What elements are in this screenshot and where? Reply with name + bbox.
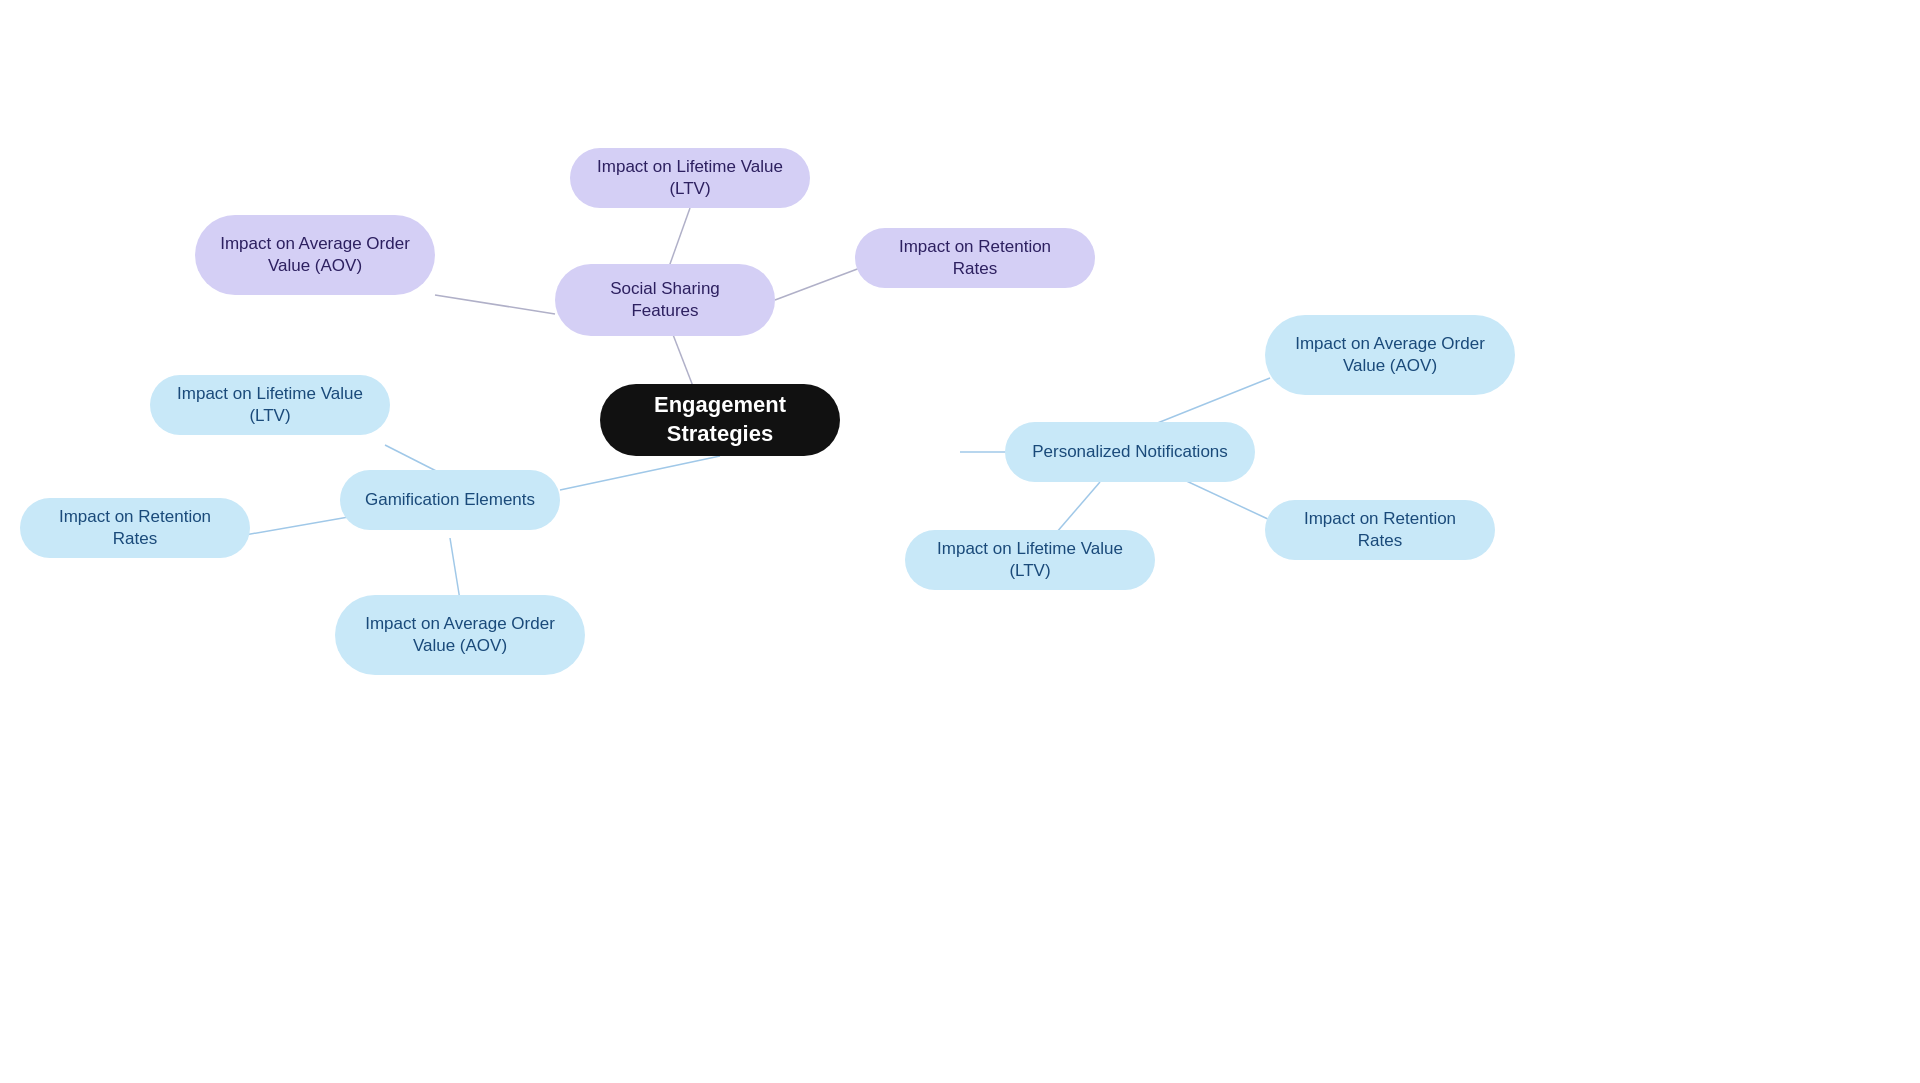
social-retention-node[interactable]: Impact on Retention Rates (855, 228, 1095, 288)
pers-aov-node[interactable]: Impact on Average Order Value (AOV) (1265, 315, 1515, 395)
svg-line-2 (435, 295, 555, 314)
social-ltv-node[interactable]: Impact on Lifetime Value (LTV) (570, 148, 810, 208)
social-sharing-node[interactable]: Social Sharing Features (555, 264, 775, 336)
personalized-node[interactable]: Personalized Notifications (1005, 422, 1255, 482)
svg-line-3 (775, 268, 860, 300)
center-node[interactable]: Engagement Strategies (600, 384, 840, 456)
gam-retention-node[interactable]: Impact on Retention Rates (20, 498, 250, 558)
pers-retention-node[interactable]: Impact on Retention Rates (1265, 500, 1495, 560)
svg-line-7 (450, 538, 460, 600)
gam-ltv-node[interactable]: Impact on Lifetime Value (LTV) (150, 375, 390, 435)
svg-line-4 (560, 456, 720, 490)
gamification-node[interactable]: Gamification Elements (340, 470, 560, 530)
social-aov-node[interactable]: Impact on Average Order Value (AOV) (195, 215, 435, 295)
pers-ltv-node[interactable]: Impact on Lifetime Value (LTV) (905, 530, 1155, 590)
gam-aov-node[interactable]: Impact on Average Order Value (AOV) (335, 595, 585, 675)
